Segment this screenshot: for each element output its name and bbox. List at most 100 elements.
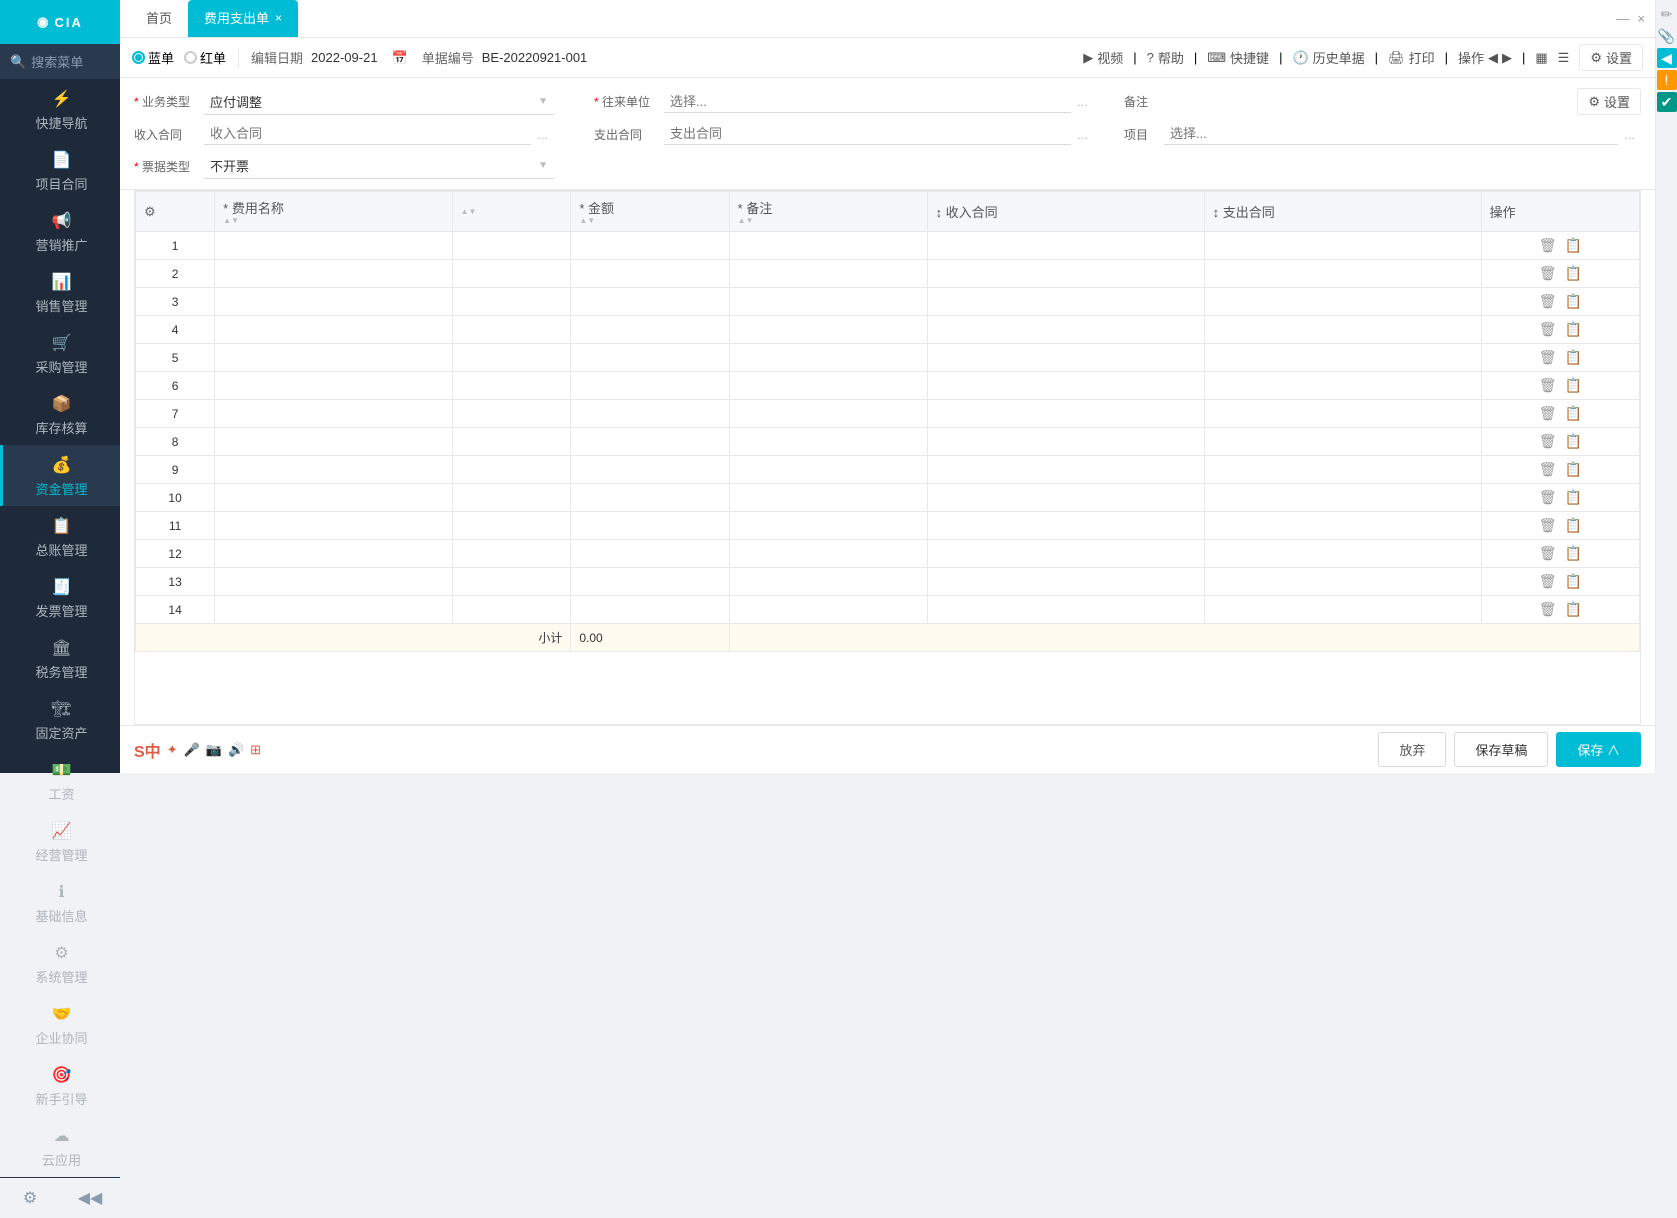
- sidebar-item-enterprise[interactable]: 🤝 企业协同: [0, 994, 120, 1055]
- row-expense-12[interactable]: [1204, 540, 1481, 568]
- row-amount-14[interactable]: [571, 596, 729, 624]
- partner-input[interactable]: [664, 91, 1071, 113]
- project-dots[interactable]: ...: [1618, 127, 1641, 142]
- row-amount-4[interactable]: [571, 316, 729, 344]
- sidebar-item-cloud[interactable]: ☁ 云应用: [0, 1116, 120, 1177]
- copy-icon-6[interactable]: 📋: [1565, 377, 1582, 394]
- row-sort-2[interactable]: [452, 260, 571, 288]
- help-btn[interactable]: ? 帮助: [1147, 48, 1184, 67]
- row-income-12[interactable]: [927, 540, 1204, 568]
- row-expense-8[interactable]: [1204, 428, 1481, 456]
- red-single-radio[interactable]: 红单: [184, 48, 226, 67]
- tab-home[interactable]: 首页: [130, 0, 188, 37]
- row-expense-1[interactable]: [1204, 232, 1481, 260]
- expense-contract-input[interactable]: [664, 123, 1071, 145]
- delete-icon-1[interactable]: 🗑: [1539, 237, 1557, 254]
- row-remark-1[interactable]: [729, 232, 927, 260]
- copy-icon-14[interactable]: 📋: [1565, 601, 1582, 618]
- row-name-11[interactable]: [215, 512, 452, 540]
- row-income-3[interactable]: [927, 288, 1204, 316]
- sort-col-icon[interactable]: ▲▼: [461, 208, 563, 216]
- delete-icon-10[interactable]: 🗑: [1539, 489, 1557, 506]
- row-sort-4[interactable]: [452, 316, 571, 344]
- sidebar-item-payroll[interactable]: 💵 工资: [0, 750, 120, 811]
- ops-btn[interactable]: 操作 ◀ ▶: [1458, 48, 1512, 67]
- row-name-3[interactable]: [215, 288, 452, 316]
- bill-type-select[interactable]: 不开票 ▼: [204, 153, 554, 179]
- right-panel-green[interactable]: ◀: [1657, 48, 1677, 68]
- row-amount-2[interactable]: [571, 260, 729, 288]
- row-remark-10[interactable]: [729, 484, 927, 512]
- tab-expense-bill[interactable]: 费用支出单 ×: [188, 0, 298, 37]
- row-remark-4[interactable]: [729, 316, 927, 344]
- row-expense-2[interactable]: [1204, 260, 1481, 288]
- right-panel-clip[interactable]: 📎: [1657, 26, 1677, 46]
- expense-contract-dots[interactable]: ...: [1071, 127, 1094, 142]
- row-income-9[interactable]: [927, 456, 1204, 484]
- row-name-5[interactable]: [215, 344, 452, 372]
- history-btn[interactable]: 🕐 历史单据: [1292, 48, 1364, 67]
- video-btn[interactable]: ▶ 视频: [1083, 48, 1123, 67]
- row-income-2[interactable]: [927, 260, 1204, 288]
- row-expense-6[interactable]: [1204, 372, 1481, 400]
- copy-icon-1[interactable]: 📋: [1565, 237, 1582, 254]
- income-contract-input[interactable]: [204, 123, 531, 145]
- sidebar-item-capital[interactable]: 💰 资金管理: [0, 445, 120, 506]
- row-amount-3[interactable]: [571, 288, 729, 316]
- row-remark-2[interactable]: [729, 260, 927, 288]
- right-panel-edit[interactable]: ✏: [1657, 4, 1677, 24]
- row-remark-5[interactable]: [729, 344, 927, 372]
- delete-icon-11[interactable]: 🗑: [1539, 517, 1557, 534]
- sidebar-item-guide[interactable]: 🎯 新手引导: [0, 1055, 120, 1116]
- sidebar-item-purchase[interactable]: 🛒 采购管理: [0, 323, 120, 384]
- row-income-11[interactable]: [927, 512, 1204, 540]
- row-expense-13[interactable]: [1204, 568, 1481, 596]
- sidebar-search[interactable]: 🔍 搜索菜单: [0, 44, 120, 79]
- discard-button[interactable]: 放弃: [1378, 732, 1446, 767]
- row-name-4[interactable]: [215, 316, 452, 344]
- row-remark-9[interactable]: [729, 456, 927, 484]
- sort-name-icon[interactable]: ▲▼: [223, 217, 443, 225]
- remark-setting-btn[interactable]: ⚙ 设置: [1577, 88, 1641, 115]
- setting-btn[interactable]: ⚙ 设置: [1579, 44, 1643, 71]
- row-sort-1[interactable]: [452, 232, 571, 260]
- row-amount-13[interactable]: [571, 568, 729, 596]
- sidebar-item-inventory[interactable]: 📦 库存核算: [0, 384, 120, 445]
- copy-icon-7[interactable]: 📋: [1565, 405, 1582, 422]
- row-amount-7[interactable]: [571, 400, 729, 428]
- sidebar-item-ops[interactable]: 📈 经营管理: [0, 811, 120, 872]
- copy-icon-5[interactable]: 📋: [1565, 349, 1582, 366]
- row-remark-6[interactable]: [729, 372, 927, 400]
- row-name-14[interactable]: [215, 596, 452, 624]
- row-name-1[interactable]: [215, 232, 452, 260]
- copy-icon-2[interactable]: 📋: [1565, 265, 1582, 282]
- list-view-btn[interactable]: ☰: [1558, 50, 1570, 66]
- copy-icon-3[interactable]: 📋: [1565, 293, 1582, 310]
- biz-type-select[interactable]: 应付调整 ▼: [204, 89, 554, 115]
- row-amount-8[interactable]: [571, 428, 729, 456]
- shortcut-btn[interactable]: ⌨ 快捷键: [1207, 48, 1269, 67]
- row-remark-7[interactable]: [729, 400, 927, 428]
- delete-icon-5[interactable]: 🗑: [1539, 349, 1557, 366]
- row-remark-11[interactable]: [729, 512, 927, 540]
- delete-icon-14[interactable]: 🗑: [1539, 601, 1557, 618]
- row-expense-10[interactable]: [1204, 484, 1481, 512]
- row-expense-7[interactable]: [1204, 400, 1481, 428]
- row-remark-14[interactable]: [729, 596, 927, 624]
- row-name-8[interactable]: [215, 428, 452, 456]
- row-expense-11[interactable]: [1204, 512, 1481, 540]
- row-sort-11[interactable]: [452, 512, 571, 540]
- sidebar-item-invoice[interactable]: 🧾 发票管理: [0, 567, 120, 628]
- row-sort-13[interactable]: [452, 568, 571, 596]
- row-name-7[interactable]: [215, 400, 452, 428]
- row-amount-10[interactable]: [571, 484, 729, 512]
- row-remark-8[interactable]: [729, 428, 927, 456]
- row-income-4[interactable]: [927, 316, 1204, 344]
- row-income-6[interactable]: [927, 372, 1204, 400]
- row-remark-13[interactable]: [729, 568, 927, 596]
- calendar-icon[interactable]: 📅: [386, 48, 414, 68]
- sort-remark-icon[interactable]: ▲▼: [738, 217, 919, 225]
- row-sort-10[interactable]: [452, 484, 571, 512]
- copy-icon-4[interactable]: 📋: [1565, 321, 1582, 338]
- row-sort-5[interactable]: [452, 344, 571, 372]
